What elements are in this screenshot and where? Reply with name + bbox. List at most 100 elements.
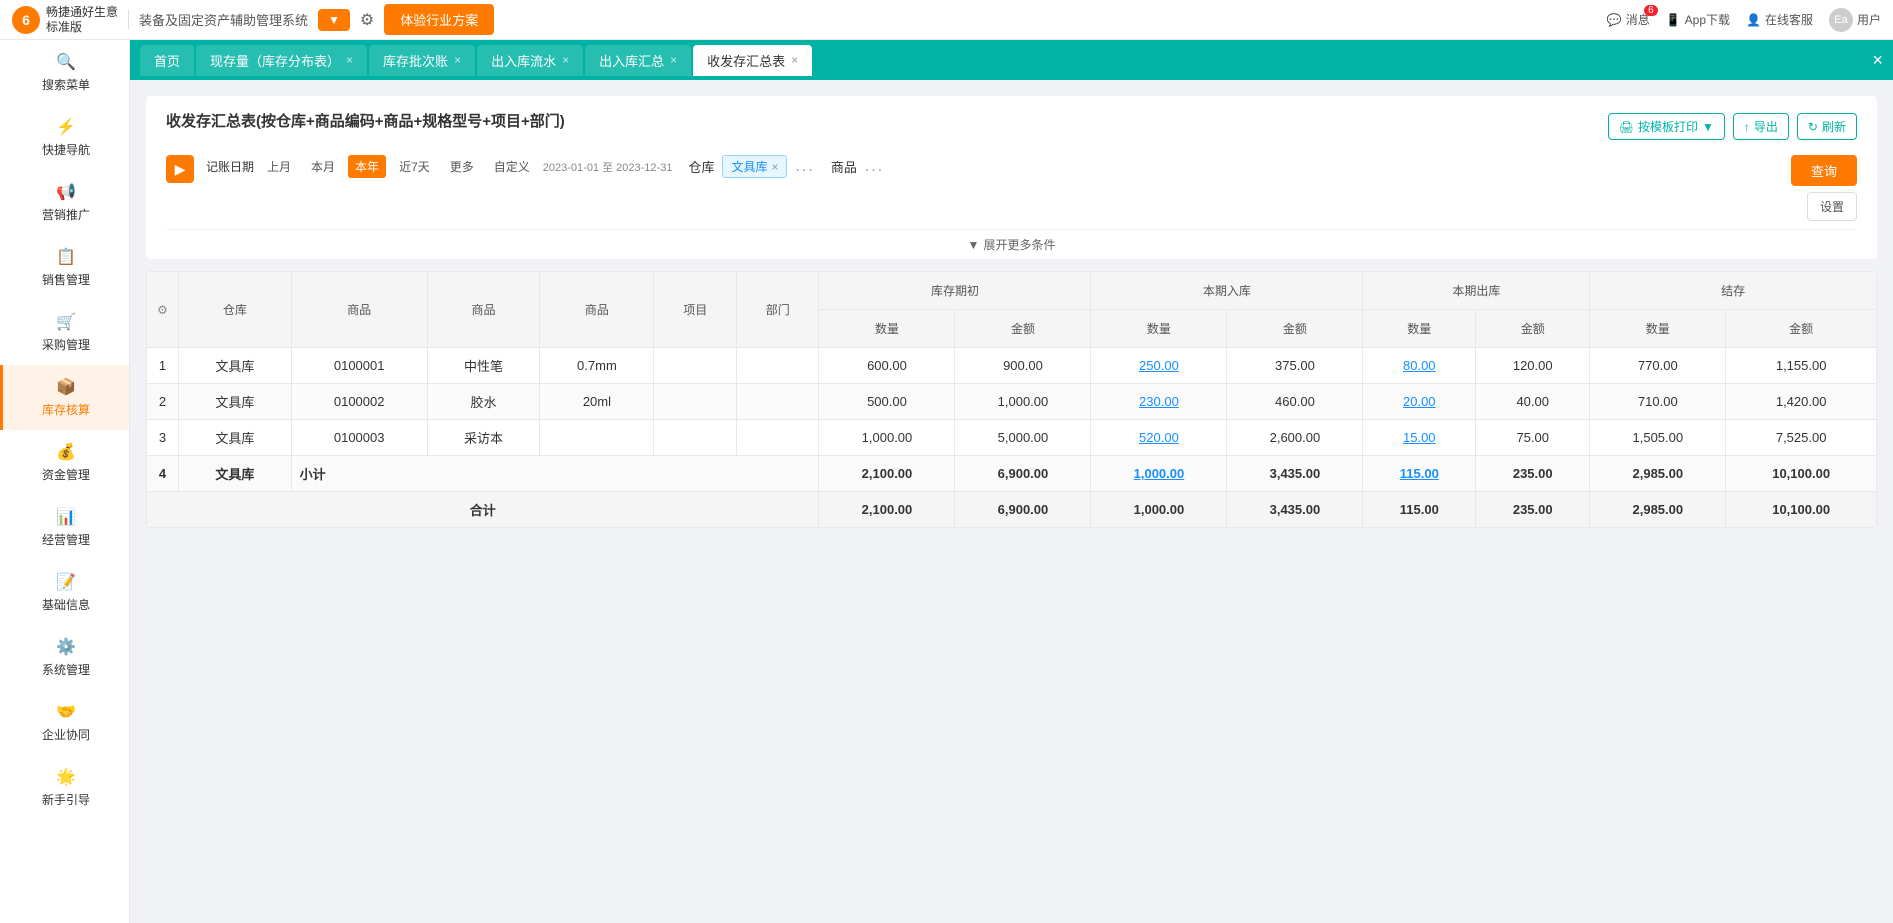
th-opening-qty: 数量 [819,310,955,348]
refresh-button[interactable]: ↻ 刷新 [1797,113,1857,140]
logo-area: 6 畅捷通好生意 标准版 [12,5,118,34]
table-row: 3 文具库 0100003 采访本 1,000.00 5,000.00 520.… [147,420,1877,456]
tab-batch-ledger[interactable]: 库存批次账 × [369,45,475,76]
settings-icon[interactable]: ⚙ [360,10,374,30]
table-row: 2 文具库 0100002 胶水 20ml 500.00 1,000.00 23… [147,384,1877,420]
tab-in-out-flow-close[interactable]: × [562,53,569,67]
subtotal-opening-qty: 2,100.00 [819,456,955,492]
th-opening-amt: 金额 [955,310,1091,348]
tab-inventory-dist[interactable]: 现存量（库存分布表） × [196,45,367,76]
sidebar-label-enterprise: 企业协同 [42,726,90,743]
date-btn-custom[interactable]: 自定义 [487,155,537,178]
th-goods-code: 商品 [291,272,427,348]
row-in-qty[interactable]: 230.00 [1091,384,1227,420]
th-in-period: 本期入库 [1091,272,1363,310]
column-settings-button[interactable]: 设置 [1807,192,1857,221]
tab-inventory-dist-close[interactable]: × [346,53,353,67]
system-icon: ⚙️ [56,637,76,657]
row-project [654,384,737,420]
system-dropdown-button[interactable]: ▼ [318,9,350,31]
row-out-qty[interactable]: 15.00 [1363,420,1476,456]
print-label: 按模板打印 [1638,118,1698,135]
sidebar-label-inventory: 库存核算 [42,401,90,418]
warehouse-tag-remove[interactable]: × [771,160,778,174]
sidebar-item-guide[interactable]: 🌟 新手引导 [0,755,129,820]
tab-recv-send-summary-close[interactable]: × [791,53,798,67]
warehouse-more-dots[interactable]: ... [795,158,814,176]
row-seq: 1 [147,348,179,384]
sidebar-item-finance[interactable]: 💰 资金管理 [0,430,129,495]
date-btn-this-year[interactable]: 本年 [348,155,386,178]
tab-in-out-summary-close[interactable]: × [670,53,677,67]
tab-in-out-flow[interactable]: 出入库流水 × [477,45,583,76]
sidebar-item-search[interactable]: 🔍 搜索菜单 [0,40,129,105]
subtotal-out-qty[interactable]: 115.00 [1363,456,1476,492]
app-download-label: App下载 [1685,11,1730,28]
date-range-display: 2023-01-01 至 2023-12-31 [543,159,673,175]
subtotal-in-qty[interactable]: 1,000.00 [1091,456,1227,492]
guide-icon: 🌟 [56,767,76,787]
filter-expand-arrow[interactable]: ▶ [166,155,194,183]
online-service-area[interactable]: 👤 在线客服 [1746,11,1813,28]
row-opening-amt: 1,000.00 [955,384,1091,420]
close-all-tabs-button[interactable]: × [1872,50,1883,71]
sidebar-label-guide: 新手引导 [42,791,90,808]
finance-icon: 💰 [56,442,76,462]
sidebar-item-inventory[interactable]: 📦 库存核算 [0,365,129,430]
tab-home-label: 首页 [154,51,180,70]
print-button[interactable]: 🖨 按模板打印 ▼ [1608,113,1725,140]
sidebar-item-quick-nav[interactable]: ⚡ 快捷导航 [0,105,129,170]
col-settings-header[interactable]: ⚙ [147,272,179,348]
enterprise-icon: 🤝 [56,702,76,722]
row-in-qty[interactable]: 250.00 [1091,348,1227,384]
total-in-amt: 3,435.00 [1227,492,1363,528]
row-out-amt: 75.00 [1476,420,1590,456]
expand-more-conditions[interactable]: ▼ 展开更多条件 [166,229,1857,259]
user-area[interactable]: Ea 用户 [1829,8,1881,32]
th-goods-name: 商品 [427,272,540,348]
sidebar-item-system[interactable]: ⚙️ 系统管理 [0,625,129,690]
row-goods-spec: 20ml [540,384,654,420]
sidebar-item-sales[interactable]: 📋 销售管理 [0,235,129,300]
goods-more-dots[interactable]: ... [865,158,884,176]
date-btn-more[interactable]: 更多 [443,155,481,178]
sales-icon: 📋 [56,247,76,267]
row-warehouse: 文具库 [179,420,292,456]
tab-in-out-summary-label: 出入库汇总 [599,51,664,70]
tab-batch-ledger-close[interactable]: × [454,53,461,67]
message-icon-area[interactable]: 💬 6 消息 [1607,11,1650,28]
row-balance-qty: 770.00 [1590,348,1726,384]
th-balance-qty: 数量 [1590,310,1726,348]
export-button[interactable]: ↑ 导出 [1733,113,1789,140]
sidebar-item-enterprise[interactable]: 🤝 企业协同 [0,690,129,755]
tab-recv-send-summary[interactable]: 收发存汇总表 × [693,45,812,76]
sidebar-item-marketing[interactable]: 📢 营销推广 [0,170,129,235]
row-in-qty[interactable]: 520.00 [1091,420,1227,456]
query-button[interactable]: 查询 [1791,155,1857,186]
tab-home[interactable]: 首页 [140,45,194,76]
row-project [654,348,737,384]
row-seq: 2 [147,384,179,420]
sidebar-item-purchase[interactable]: 🛒 采购管理 [0,300,129,365]
date-btn-last-month[interactable]: 上月 [260,155,298,178]
warehouse-tag[interactable]: 文具库 × [722,155,787,178]
sidebar-item-basic-info[interactable]: 📝 基础信息 [0,560,129,625]
row-project [654,420,737,456]
date-btn-7days[interactable]: 近7天 [392,155,437,178]
row-out-qty[interactable]: 20.00 [1363,384,1476,420]
subtotal-balance-qty: 2,985.00 [1590,456,1726,492]
try-industry-button[interactable]: 体验行业方案 [384,4,494,35]
row-warehouse: 文具库 [179,348,292,384]
row-opening-qty: 500.00 [819,384,955,420]
date-filter: 记账日期 上月 本月 本年 近7天 更多 自定义 2023-01-01 至 20… [206,155,672,178]
tab-in-out-summary[interactable]: 出入库汇总 × [585,45,691,76]
date-btn-this-month[interactable]: 本月 [304,155,342,178]
row-out-qty[interactable]: 80.00 [1363,348,1476,384]
print-icon: 🖨 [1619,120,1634,134]
online-service-label: 在线客服 [1765,11,1813,28]
goods-label: 商品 [831,157,857,176]
app-download-area[interactable]: 📱 App下载 [1666,11,1730,28]
sidebar-item-operations[interactable]: 📊 经营管理 [0,495,129,560]
th-balance-amt: 金额 [1726,310,1877,348]
row-balance-amt: 1,155.00 [1726,348,1877,384]
